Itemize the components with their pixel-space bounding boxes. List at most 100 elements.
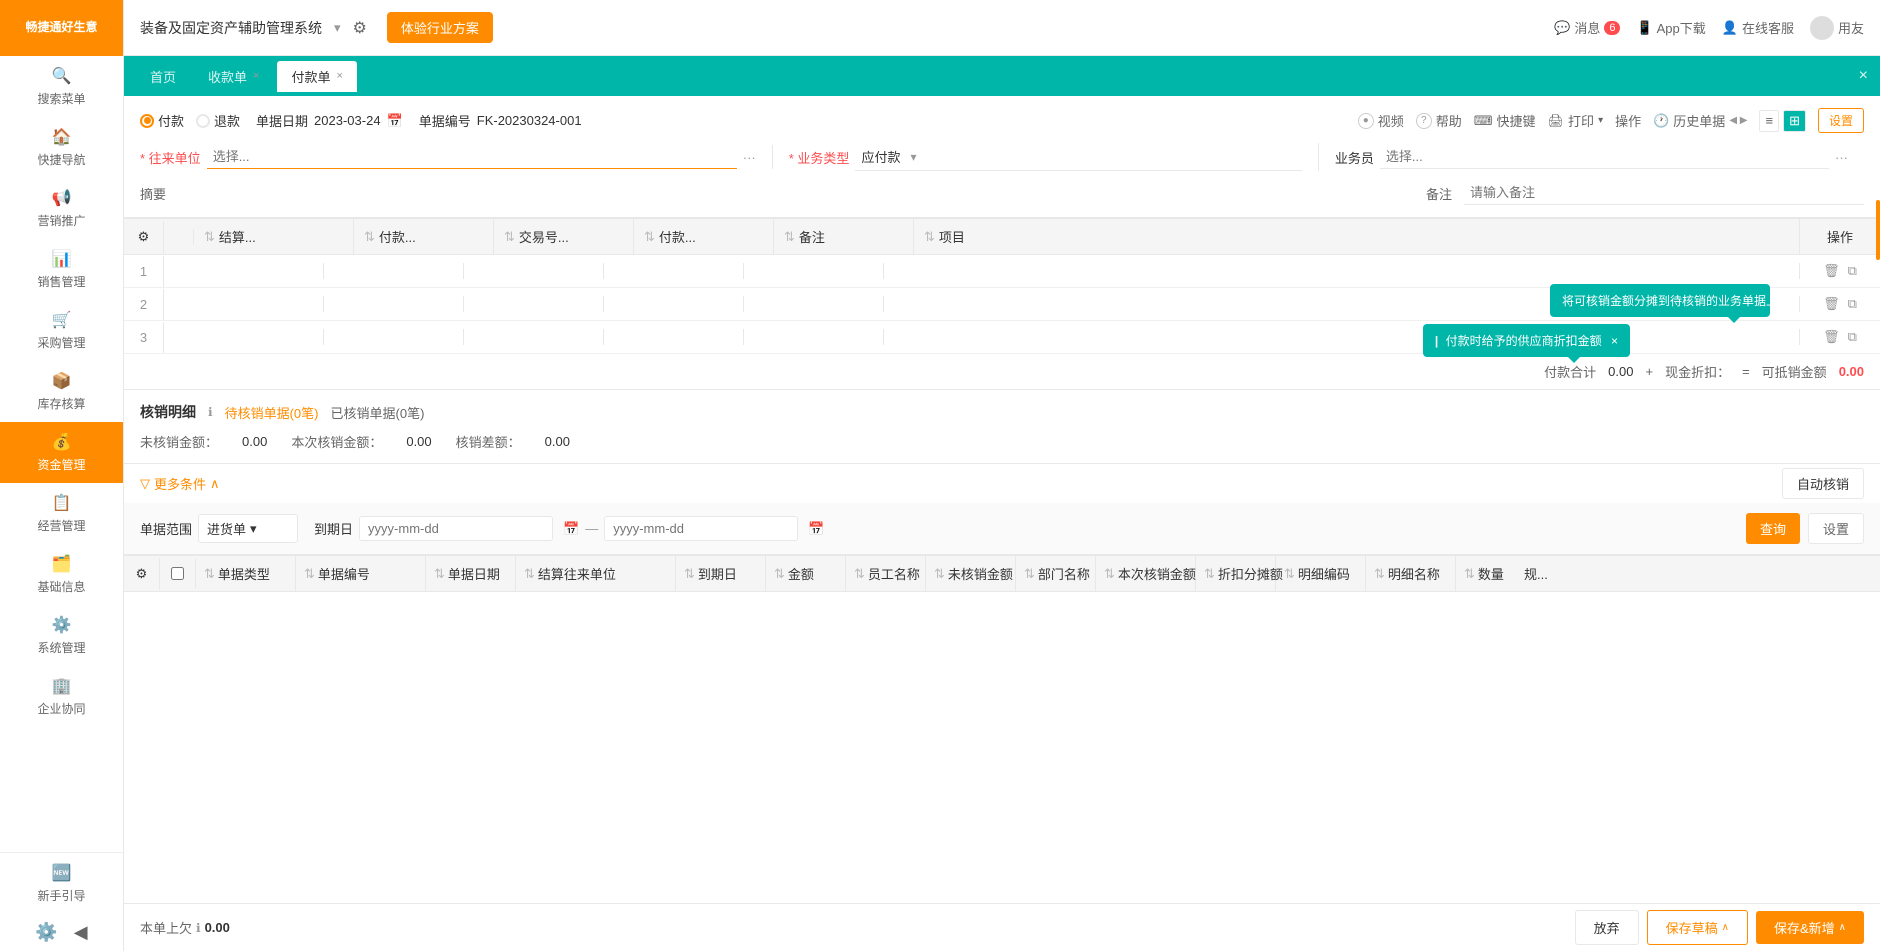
tabbar-close-all[interactable]: × <box>1859 67 1868 85</box>
trial-button[interactable]: 体验行业方案 <box>387 12 493 43</box>
th-project[interactable]: ⇅ 项目 <box>914 219 1800 254</box>
note-input[interactable] <box>1464 181 1864 205</box>
radio-pay[interactable]: 付款 <box>140 111 184 130</box>
sidebar-item-search[interactable]: 🔍 搜索菜单 <box>0 56 123 117</box>
sidebar-item-marketing[interactable]: 📢 营销推广 <box>0 178 123 239</box>
filter-setting-button[interactable]: 设置 <box>1808 513 1864 544</box>
th-payment-account[interactable]: ⇅ 付款... <box>354 219 494 254</box>
sidebar-item-basic[interactable]: 🗂️ 基础信息 <box>0 544 123 605</box>
delete-icon-1[interactable]: 🗑 <box>1823 263 1840 279</box>
staff-dots[interactable]: ··· <box>1835 150 1848 165</box>
tab-receipts-close[interactable]: × <box>253 70 259 82</box>
td-payment-account-2[interactable] <box>324 296 464 312</box>
tooltip2-close[interactable]: × <box>1611 334 1618 348</box>
action-history[interactable]: 🕐 历史单据 ◀ ▶ <box>1653 111 1747 130</box>
td-payment-account-3[interactable] <box>324 329 464 345</box>
sidebar-item-guide[interactable]: 🆕 新手引导 <box>0 853 123 914</box>
party-input[interactable] <box>207 145 737 169</box>
stat-help[interactable]: ℹ <box>196 921 201 935</box>
action-video[interactable]: ● 视频 <box>1358 111 1404 130</box>
verify-tab-done[interactable]: 已核销单据(0笔) <box>331 403 425 422</box>
td-payment-amount-2[interactable] <box>604 296 744 312</box>
topbar-service[interactable]: 👤 在线客服 <box>1722 18 1794 37</box>
party-dots[interactable]: ··· <box>743 150 756 165</box>
date-to-input[interactable] <box>604 516 798 541</box>
filter-date-field: 到期日 📅 — 📅 <box>314 516 824 541</box>
action-operate[interactable]: 操作 <box>1615 111 1641 130</box>
save-new-button[interactable]: 保存&新增 ∧ <box>1756 911 1864 944</box>
radio-refund[interactable]: 退款 <box>196 111 240 130</box>
topbar-app[interactable]: 📱 App下载 <box>1636 18 1705 37</box>
verify-title-help[interactable]: ℹ <box>208 405 213 419</box>
sidebar-item-operations[interactable]: 📋 经营管理 <box>0 483 123 544</box>
set-button[interactable]: 设置 <box>1818 108 1864 133</box>
tab-home[interactable]: 首页 <box>136 61 190 92</box>
date-from-input[interactable] <box>359 516 553 541</box>
staff-input[interactable] <box>1380 145 1829 169</box>
delete-icon-3[interactable]: 🗑 <box>1823 329 1840 345</box>
action-help[interactable]: ? 帮助 <box>1416 111 1462 130</box>
copy-icon-3[interactable]: ⧉ <box>1848 329 1857 345</box>
th-settlement[interactable]: ⇅ 结算... <box>194 219 354 254</box>
td-tx-num-1[interactable] <box>464 263 604 279</box>
sidebar-item-system[interactable]: ⚙️ 系统管理 <box>0 605 123 666</box>
td-tx-num-3[interactable] <box>464 329 604 345</box>
save-draft-button[interactable]: 保存草稿 ∧ <box>1647 910 1748 945</box>
biz-type-select[interactable]: 应付款 ▾ <box>855 143 1301 171</box>
copy-icon-1[interactable]: ⧉ <box>1848 263 1857 279</box>
action-shortcut[interactable]: ⌨ 快捷键 <box>1474 111 1536 130</box>
td-notes-3[interactable] <box>744 329 884 345</box>
th-gear[interactable]: ⚙ <box>124 221 164 253</box>
action-print[interactable]: 🖨 打印 ▾ <box>1548 111 1604 130</box>
sidebar-item-finance[interactable]: 💰 资金管理 <box>0 422 123 483</box>
dth-check[interactable] <box>160 559 196 588</box>
calendar-icon[interactable]: 📅 <box>387 113 403 129</box>
grid-view-icon[interactable]: ⊞ <box>1783 110 1806 132</box>
topbar-user[interactable]: 用友 <box>1810 16 1864 40</box>
query-button[interactable]: 查询 <box>1746 513 1800 544</box>
tooltip1-close[interactable]: × <box>1787 294 1794 308</box>
td-payment-amount-3[interactable] <box>604 329 744 345</box>
tab-payments[interactable]: 付款单 × <box>277 61 356 92</box>
td-payment-amount-1[interactable] <box>604 263 744 279</box>
verify-tab-pending[interactable]: 待核销单据(0笔) <box>225 403 319 422</box>
tab-payments-close[interactable]: × <box>336 70 342 82</box>
sidebar-item-enterprise[interactable]: 🏢 企业协同 <box>0 666 123 727</box>
td-settlement-1[interactable] <box>164 263 324 279</box>
td-project-1[interactable] <box>884 263 1800 279</box>
tab-receipts[interactable]: 收款单 × <box>194 61 273 92</box>
td-notes-2[interactable] <box>744 296 884 312</box>
abandon-button[interactable]: 放弃 <box>1575 910 1639 945</box>
auto-verify-button[interactable]: 自动核销 <box>1782 468 1864 499</box>
range-select[interactable]: 进货单 ▾ <box>198 514 298 543</box>
scroll-indicator <box>1876 200 1880 260</box>
copy-icon-2[interactable]: ⧉ <box>1848 296 1857 312</box>
sidebar-item-purchase[interactable]: 🛒 采购管理 <box>0 300 123 361</box>
avail-value: 0.00 <box>1839 364 1864 379</box>
sidebar-item-inventory[interactable]: 📦 库存核算 <box>0 361 123 422</box>
th-tx-num[interactable]: ⇅ 交易号... <box>494 219 634 254</box>
td-notes-1[interactable] <box>744 263 884 279</box>
th-payment-amount[interactable]: ⇅ 付款... <box>634 219 774 254</box>
td-settlement-3[interactable] <box>164 329 324 345</box>
td-settlement-2[interactable] <box>164 296 324 312</box>
sidebar-settings-icon[interactable]: ⚙️ <box>35 922 57 943</box>
sidebar-item-sales[interactable]: 📊 销售管理 <box>0 239 123 300</box>
topbar-dropdown-icon[interactable]: ▾ <box>334 20 341 36</box>
calendar-icon-to[interactable]: 📅 <box>808 521 824 537</box>
list-view-icon[interactable]: ≡ <box>1759 110 1779 132</box>
th-notes[interactable]: ⇅ 备注 <box>774 219 914 254</box>
delete-icon-2[interactable]: 🗑 <box>1823 296 1840 312</box>
more-filter-link[interactable]: ▽ 更多条件 ∧ <box>140 474 220 493</box>
td-project-3[interactable] <box>884 329 1800 345</box>
calendar-icon-from[interactable]: 📅 <box>563 521 579 537</box>
topbar-settings-icon[interactable]: ⚙ <box>353 18 367 38</box>
sidebar-item-nav[interactable]: 🏠 快捷导航 <box>0 117 123 178</box>
sidebar-collapse-icon[interactable]: ◀ <box>74 922 88 943</box>
td-payment-account-1[interactable] <box>324 263 464 279</box>
td-tx-num-2[interactable] <box>464 296 604 312</box>
topbar-message[interactable]: 💬 消息 6 <box>1554 18 1620 37</box>
dth-gear[interactable]: ⚙ <box>124 558 160 590</box>
radio-refund-dot <box>196 114 210 128</box>
check-all[interactable] <box>171 567 184 580</box>
